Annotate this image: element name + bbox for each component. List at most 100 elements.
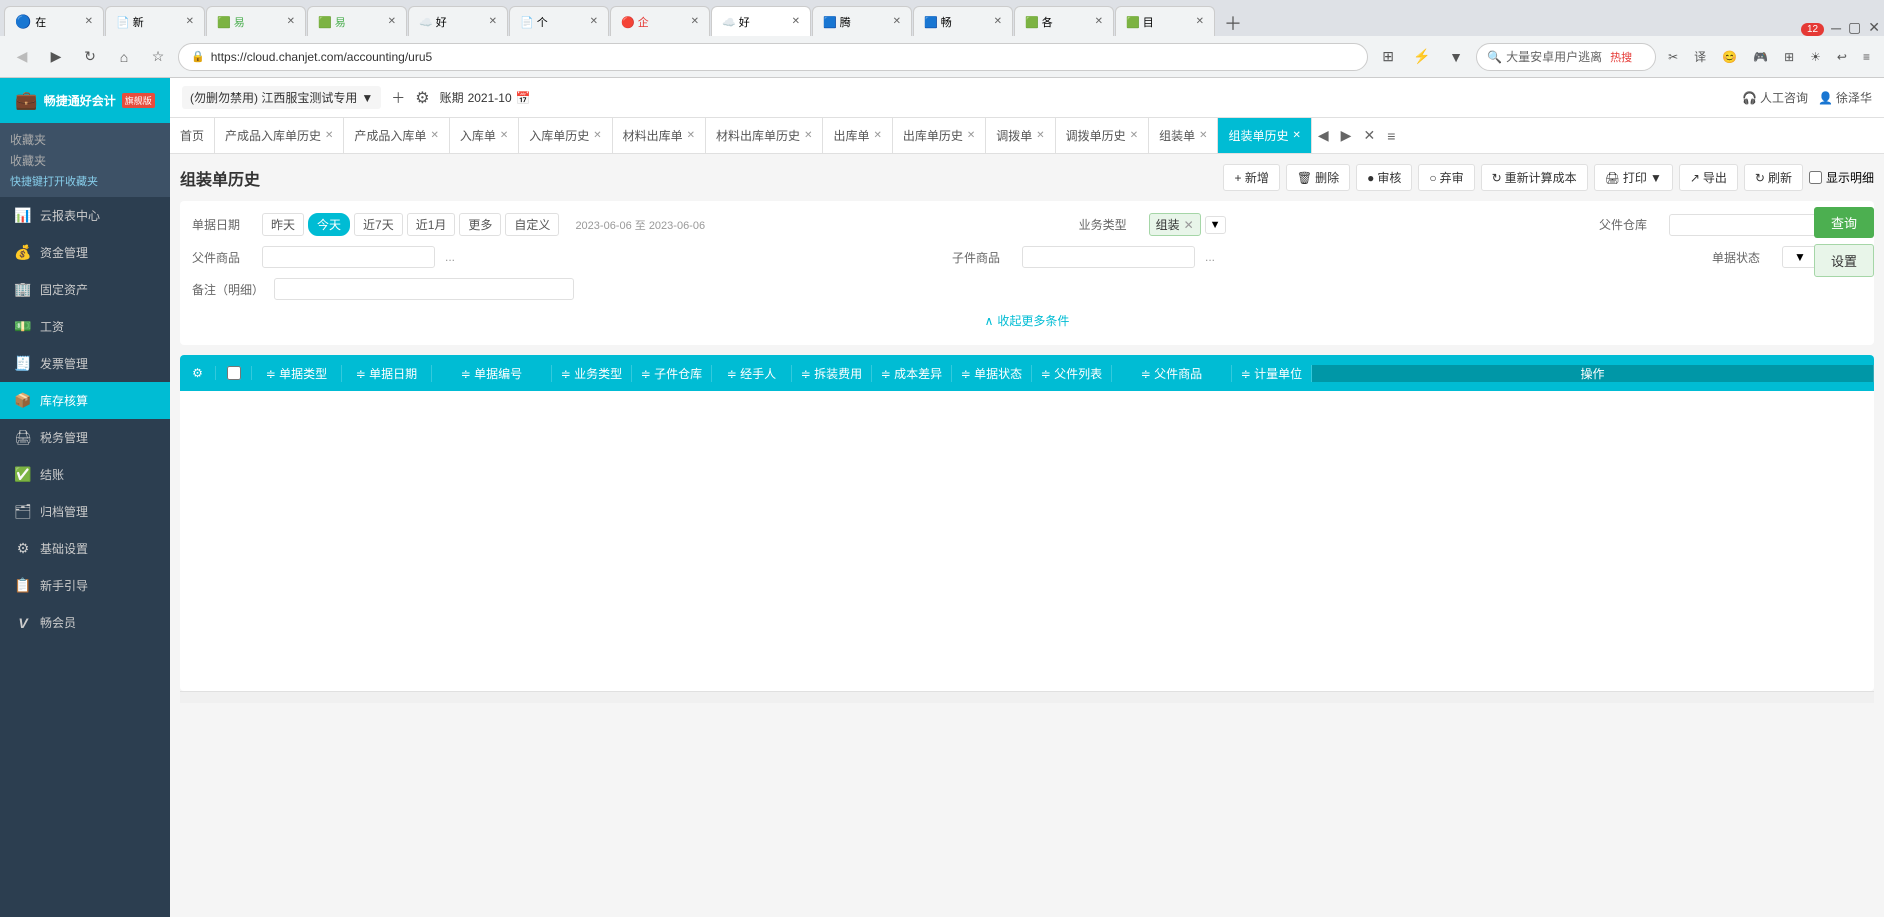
browser-tab-2[interactable]: 📄 新 ✕ [105, 6, 205, 36]
tab-right-nav[interactable]: ▶ [1335, 127, 1358, 144]
th-check[interactable] [216, 366, 252, 380]
date-btn-1month[interactable]: 近1月 [407, 213, 456, 236]
sidebar-item-inventory[interactable]: 📦 库存核算 [0, 382, 170, 419]
user-profile[interactable]: 👤 徐泽华 [1818, 89, 1872, 106]
tab-in-history-close[interactable]: ✕ [593, 130, 601, 141]
browser-tab-1[interactable]: 🔵 在 ✕ [4, 6, 104, 36]
qr-code-button[interactable]: ⊞ [1374, 43, 1402, 71]
sidebar-item-payroll[interactable]: 💵 工资 [0, 308, 170, 345]
settings-button[interactable]: ⚙ [415, 88, 429, 108]
select-all-checkbox[interactable] [227, 366, 241, 380]
emoji-button[interactable]: 😊 [1716, 48, 1743, 66]
tab-adjust-history-close[interactable]: ✕ [1130, 130, 1138, 141]
tab-mat-out[interactable]: 材料出库单 ✕ [613, 118, 706, 154]
maximize-button[interactable]: ▢ [1848, 19, 1861, 36]
th-settings[interactable]: ⚙ [180, 366, 216, 380]
dropdown-button[interactable]: ▼ [1442, 43, 1470, 71]
child-goods-input[interactable] [1022, 246, 1195, 268]
tab-prod-in[interactable]: 产成品入库单 ✕ [344, 118, 449, 154]
sidebar-item-cloud-report[interactable]: 📊 云报表中心 [0, 197, 170, 234]
search-bar[interactable]: 🔍 大量安卓用户逃离 热搜 [1476, 43, 1656, 71]
sidebar-item-invoice[interactable]: 🧾 发票管理 [0, 345, 170, 382]
show-detail-input[interactable] [1809, 171, 1822, 184]
date-btn-7days[interactable]: 近7天 [354, 213, 403, 236]
sidebar-item-member[interactable]: V 畅会员 [0, 604, 170, 641]
delete-button[interactable]: 🗑 删除 [1286, 164, 1350, 191]
tab-prod-in-history-close[interactable]: ✕ [325, 130, 333, 141]
audit-button[interactable]: ● 审核 [1356, 164, 1412, 191]
print-button[interactable]: 🖨 打印 ▼ [1594, 164, 1673, 191]
tab-in-history[interactable]: 入库单历史 ✕ [519, 118, 612, 154]
date-btn-today[interactable]: 今天 [308, 213, 350, 236]
abandon-button[interactable]: ○ 弃审 [1418, 164, 1474, 191]
export-button[interactable]: ↗ 导出 [1679, 164, 1738, 191]
sidebar-item-guide[interactable]: 📋 新手引导 [0, 567, 170, 604]
tab-mat-out-close[interactable]: ✕ [687, 130, 695, 141]
sidebar-item-checkout[interactable]: ✅ 结账 [0, 456, 170, 493]
tab-menu[interactable]: ≡ [1381, 128, 1401, 144]
service-button[interactable]: 🎧 人工咨询 [1742, 89, 1808, 106]
forward-button[interactable]: ▶ [42, 43, 70, 71]
lightning-button[interactable]: ⚡ [1408, 43, 1436, 71]
cut-button[interactable]: ✂ [1662, 48, 1684, 66]
favorites-link[interactable]: 快捷键打开收藏夹 [10, 173, 160, 189]
sidebar-item-archive[interactable]: 🗂 归档管理 [0, 493, 170, 530]
minimize-button[interactable]: ─ [1831, 20, 1841, 36]
filter-settings-button[interactable]: 设置 [1814, 244, 1874, 277]
tab-close-all[interactable]: ✕ [1357, 127, 1381, 144]
sidebar-item-tax[interactable]: 🖨 税务管理 [0, 419, 170, 456]
tab-assemble-close[interactable]: ✕ [1199, 130, 1207, 141]
date-btn-more[interactable]: 更多 [459, 213, 501, 236]
tab-out-order[interactable]: 出库单 ✕ [823, 118, 892, 154]
parent-goods-more[interactable]: ... [445, 250, 455, 264]
collapse-button[interactable]: ∧ 收起更多条件 [981, 308, 1074, 333]
tab-mat-out-history[interactable]: 材料出库单历史 ✕ [706, 118, 823, 154]
tab-out-history[interactable]: 出库单历史 ✕ [893, 118, 986, 154]
refresh-button[interactable]: ↻ 刷新 [1744, 164, 1803, 191]
scroll-bar-area[interactable] [180, 691, 1874, 703]
browser-tab-12[interactable]: 🟩 目 ✕ [1115, 6, 1215, 36]
browser-tab-11[interactable]: 🟩 各 ✕ [1014, 6, 1114, 36]
translate-button[interactable]: 译 [1688, 46, 1712, 67]
browser-tab-10[interactable]: 🟦 畅 ✕ [913, 6, 1013, 36]
company-selector[interactable]: (勿删勿禁用) 江西服宝测试专用 ▼ [182, 86, 381, 109]
tab-in-order[interactable]: 入库单 ✕ [450, 118, 519, 154]
bookmark-button[interactable]: ☆ [144, 43, 172, 71]
tab-prod-in-history[interactable]: 产成品入库单历史 ✕ [215, 118, 344, 154]
tab-mat-out-history-close[interactable]: ✕ [804, 130, 812, 141]
browser-tab-9[interactable]: 🟦 腾 ✕ [812, 6, 912, 36]
biz-type-dropdown[interactable]: ▼ [1205, 216, 1226, 234]
browser-tab-7[interactable]: 🔴 企 ✕ [610, 6, 710, 36]
theme-button[interactable]: ☀ [1804, 48, 1827, 66]
tab-assemble[interactable]: 组装单 ✕ [1149, 118, 1218, 154]
close-window-button[interactable]: ✕ [1868, 19, 1880, 36]
add-button[interactable]: + 新增 [1223, 164, 1279, 191]
menu-button[interactable]: ≡ [1857, 48, 1876, 66]
show-detail-checkbox[interactable]: 显示明细 [1809, 169, 1874, 186]
sidebar-item-fund-mgmt[interactable]: 💰 资金管理 [0, 234, 170, 271]
browser-tab-4[interactable]: 🟩 易 ✕ [307, 6, 407, 36]
tab-home[interactable]: 首页 [170, 118, 215, 154]
tab-adjust-close[interactable]: ✕ [1036, 130, 1044, 141]
date-btn-custom[interactable]: 自定义 [505, 213, 559, 236]
tab-assemble-history[interactable]: 组装单历史 ✕ [1218, 118, 1311, 154]
browser-tab-6[interactable]: 📄 个 ✕ [509, 6, 609, 36]
tab-adjust-history[interactable]: 调拨单历史 ✕ [1056, 118, 1149, 154]
tab-out-order-close[interactable]: ✕ [873, 130, 881, 141]
notes-input[interactable] [274, 278, 574, 300]
browser-tab-8[interactable]: ☁️ 好 ✕ [711, 6, 811, 36]
browser-tab-5[interactable]: ☁️ 好 ✕ [408, 6, 508, 36]
undo-button[interactable]: ↩ [1831, 48, 1853, 66]
query-button[interactable]: 查询 [1814, 207, 1874, 238]
tab-out-history-close[interactable]: ✕ [967, 130, 975, 141]
browser-tab-3[interactable]: 🟩 易 ✕ [206, 6, 306, 36]
game-button[interactable]: 🎮 [1747, 48, 1774, 66]
reload-button[interactable]: ↻ [76, 43, 104, 71]
recalc-button[interactable]: ↻ 重新计算成本 [1481, 164, 1588, 191]
tab-assemble-history-close[interactable]: ✕ [1293, 130, 1301, 141]
sidebar-item-fixed-assets[interactable]: 🏢 固定资产 [0, 271, 170, 308]
new-tab-button[interactable]: ＋ [1216, 10, 1250, 36]
address-bar[interactable]: 🔒 https://cloud.chanjet.com/accounting/u… [178, 43, 1368, 71]
tab-prod-in-close[interactable]: ✕ [430, 130, 438, 141]
tab-left-nav[interactable]: ◀ [1312, 127, 1335, 144]
